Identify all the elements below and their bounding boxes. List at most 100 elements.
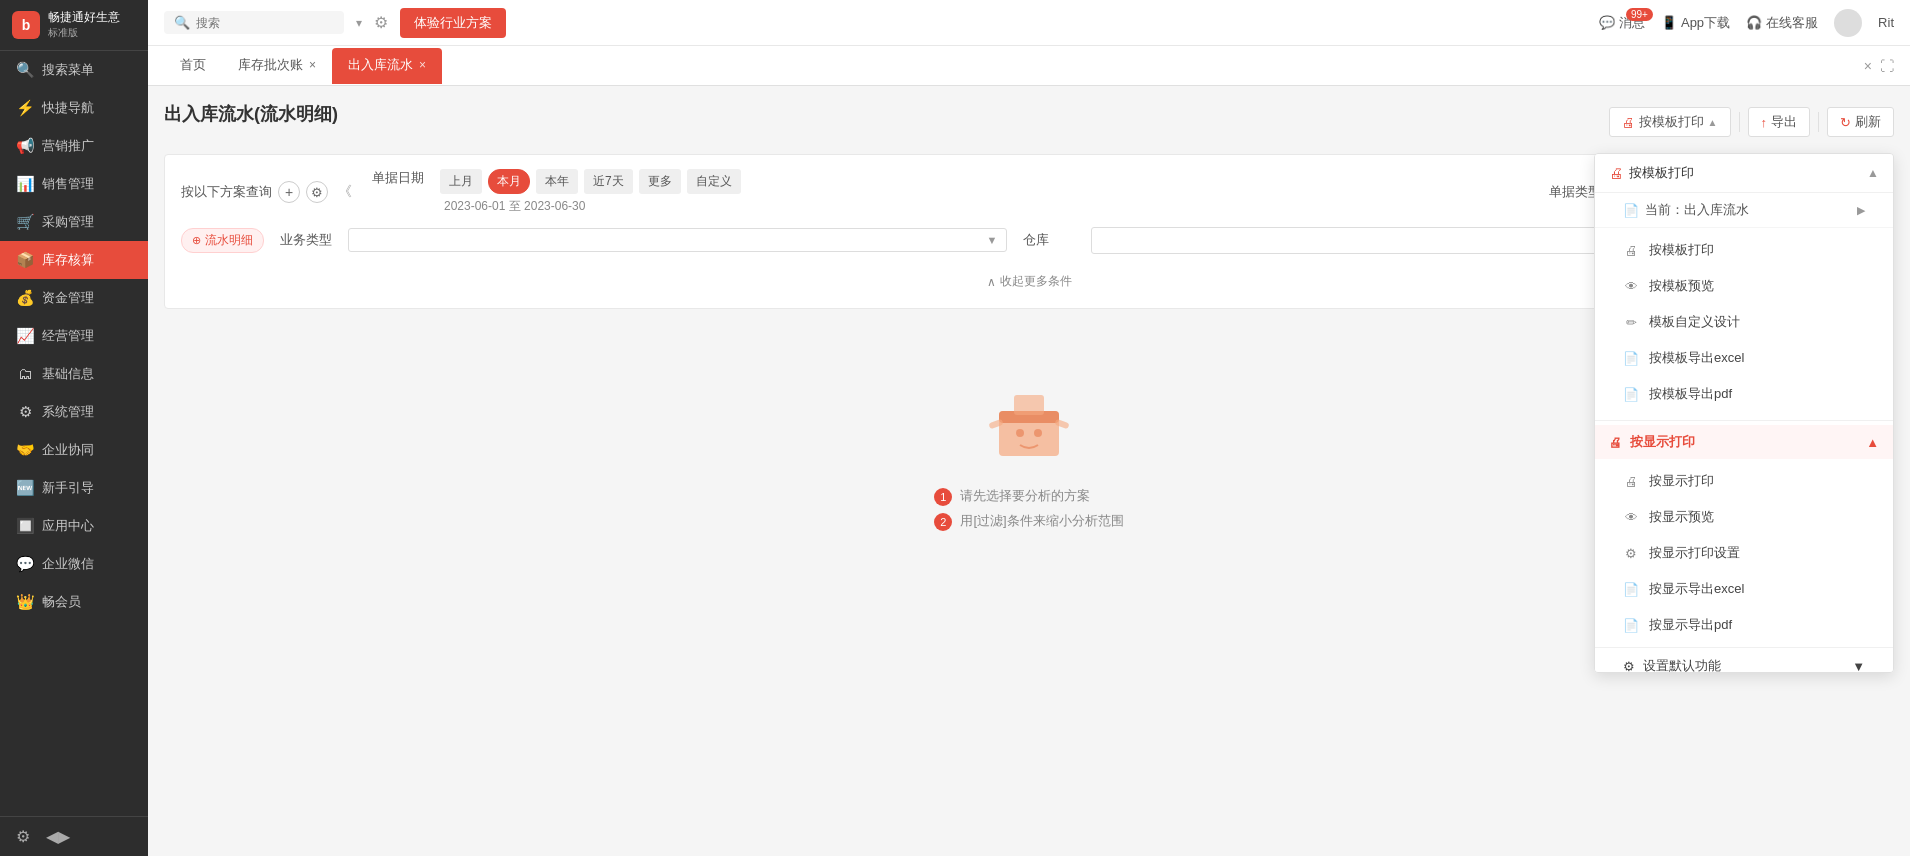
corp-icon: 🤝: [16, 441, 34, 459]
empty-steps-list: 1 请先选择要分析的方案 2 用[过滤]条件来缩小分析范围: [934, 487, 1123, 537]
sidebar-item-corp-wechat[interactable]: 💬 企业微信: [0, 545, 148, 583]
filter-actions: 按以下方案查询 + ⚙ 《: [181, 181, 356, 203]
dropdown-item-display-settings[interactable]: ⚙ 按显示打印设置: [1595, 535, 1893, 571]
print-icon: 🖨: [1622, 115, 1635, 130]
tab-inventory-flow-close[interactable]: ×: [419, 58, 426, 72]
dropdown-current-icon: 📄: [1623, 203, 1639, 218]
dropdown-footer-defaults[interactable]: ⚙ 设置默认功能 ▼: [1595, 647, 1893, 673]
corp-wechat-icon: 💬: [16, 555, 34, 573]
refresh-button[interactable]: ↻ 刷新: [1827, 107, 1894, 137]
messages-button[interactable]: 💬 消息 99+: [1599, 14, 1645, 32]
date-btn-last-month[interactable]: 上月: [440, 169, 482, 194]
tab-inventory-flow[interactable]: 出入库流水 ×: [332, 48, 442, 84]
online-service-button[interactable]: 🎧 在线客服: [1746, 14, 1818, 32]
marketing-icon: 📢: [16, 137, 34, 155]
sidebar-item-operations[interactable]: 📈 经营管理: [0, 317, 148, 355]
template-design-icon: ✏: [1623, 315, 1639, 330]
sidebar-item-sales[interactable]: 📊 销售管理: [0, 165, 148, 203]
biz-type-label: 业务类型: [280, 231, 340, 249]
footer-settings-icon: ⚙: [1623, 659, 1635, 674]
sidebar-item-member[interactable]: 👑 畅会员: [0, 583, 148, 621]
collapse-conditions-button[interactable]: ∧ 收起更多条件: [975, 269, 1084, 294]
dropdown-header[interactable]: 🖨 按模板打印 ▲: [1595, 154, 1893, 193]
sidebar-item-marketing[interactable]: 📢 营销推广: [0, 127, 148, 165]
print-template-button[interactable]: 🖨 按模板打印 ▲: [1609, 107, 1731, 137]
basic-info-icon: 🗂: [16, 365, 34, 382]
header-gear-icon[interactable]: ⚙: [374, 13, 388, 32]
sidebar-item-basic-info[interactable]: 🗂 基础信息: [0, 355, 148, 393]
inventory-icon: 📦: [16, 251, 34, 269]
guide-icon: 🆕: [16, 479, 34, 497]
dropdown-item-template-design[interactable]: ✏ 模板自定义设计: [1595, 304, 1893, 340]
quick-nav-icon: ⚡: [16, 99, 34, 117]
username-label[interactable]: Rit: [1878, 15, 1894, 30]
search-input[interactable]: [196, 16, 316, 30]
app-download-button[interactable]: 📱 App下载: [1661, 14, 1730, 32]
avatar[interactable]: [1834, 9, 1862, 37]
sidebar-item-finance[interactable]: 💰 资金管理: [0, 279, 148, 317]
header-search[interactable]: 🔍: [164, 11, 344, 34]
svg-point-4: [1034, 429, 1042, 437]
dropdown-current-template[interactable]: 📄 当前：出入库流水 ▶: [1595, 193, 1893, 228]
refresh-icon: ↻: [1840, 115, 1851, 130]
operations-icon: 📈: [16, 327, 34, 345]
sidebar-item-purchase[interactable]: 🛒 采购管理: [0, 203, 148, 241]
date-btn-7days[interactable]: 近7天: [584, 169, 633, 194]
date-btn-this-month[interactable]: 本月: [488, 169, 530, 194]
date-label: 单据日期: [372, 169, 432, 187]
app-center-icon: 🔲: [16, 517, 34, 535]
filter-settings-button[interactable]: ⚙: [306, 181, 328, 203]
header-search-chevron[interactable]: ▾: [356, 16, 362, 30]
tab-inventory-batch-close[interactable]: ×: [309, 58, 316, 72]
biz-type-filter: 业务类型 ▼: [280, 228, 1007, 252]
flow-tag: ⊕ 流水明细: [181, 228, 264, 253]
date-btn-more[interactable]: 更多: [639, 169, 681, 194]
dropdown-item-template-print[interactable]: 🖨 按模板打印: [1595, 232, 1893, 268]
template-pdf-icon: 📄: [1623, 387, 1639, 402]
dropdown-item-template-preview[interactable]: 👁 按模板预览: [1595, 268, 1893, 304]
toolbar-divider-1: [1739, 112, 1740, 132]
dropdown-item-display-preview[interactable]: 👁 按显示预览: [1595, 499, 1893, 535]
filter-add-button[interactable]: +: [278, 181, 300, 203]
dropdown-item-display-excel[interactable]: 📄 按显示导出excel: [1595, 571, 1893, 607]
export-button[interactable]: ↑ 导出: [1748, 107, 1811, 137]
expand-window-icon[interactable]: ⛶: [1880, 58, 1894, 74]
template-excel-icon: 📄: [1623, 351, 1639, 366]
dropdown-header-chevron-icon: ▲: [1867, 166, 1879, 180]
dropdown-display-section-header[interactable]: 🖨 按显示打印 ▲: [1595, 425, 1893, 459]
tab-inventory-batch[interactable]: 库存批次账 ×: [222, 48, 332, 84]
sidebar-bottom: ⚙ ◀▶: [0, 816, 148, 856]
tab-home[interactable]: 首页: [164, 48, 222, 84]
trial-button[interactable]: 体验行业方案: [400, 8, 506, 38]
tabs-right-controls: × ⛶: [1864, 58, 1894, 74]
dropdown-item-display-pdf[interactable]: 📄 按显示导出pdf: [1595, 607, 1893, 643]
date-btn-custom[interactable]: 自定义: [687, 169, 741, 194]
main-area: 🔍 ▾ ⚙ 体验行业方案 💬 消息 99+ 📱 App下载 🎧 在线客服 Rit: [148, 0, 1910, 856]
sidebar-item-corp[interactable]: 🤝 企业协同: [0, 431, 148, 469]
date-btn-this-year[interactable]: 本年: [536, 169, 578, 194]
biz-type-select[interactable]: ▼: [348, 228, 1007, 252]
sidebar-item-app-center[interactable]: 🔲 应用中心: [0, 507, 148, 545]
print-template-chevron-up-icon: ▲: [1708, 117, 1718, 128]
dropdown-item-display-print[interactable]: 🖨 按显示打印: [1595, 463, 1893, 499]
content-area: 出入库流水(流水明细) 🖨 按模板打印 ▲ ↑ 导出 ↻ 刷新: [148, 86, 1910, 856]
settings-icon[interactable]: ⚙: [16, 827, 30, 846]
collapse-sidebar-icon[interactable]: ◀▶: [46, 827, 70, 846]
sidebar-item-inventory[interactable]: 📦 库存核算: [0, 241, 148, 279]
close-window-icon[interactable]: ×: [1864, 58, 1872, 74]
sidebar: b 畅捷通好生意 标准版 🔍 搜索菜单 ⚡ 快捷导航 📢 营销推广 📊 销售管理…: [0, 0, 148, 856]
sidebar-item-guide[interactable]: 🆕 新手引导: [0, 469, 148, 507]
dropdown-item-template-pdf[interactable]: 📄 按模板导出pdf: [1595, 376, 1893, 412]
sidebar-item-quick-nav[interactable]: ⚡ 快捷导航: [0, 89, 148, 127]
finance-icon: 💰: [16, 289, 34, 307]
sidebar-nav: 🔍 搜索菜单 ⚡ 快捷导航 📢 营销推广 📊 销售管理 🛒 采购管理 📦 库存核…: [0, 51, 148, 816]
step-2-number: 2: [934, 513, 952, 531]
sidebar-item-search-menu[interactable]: 🔍 搜索菜单: [0, 51, 148, 89]
top-toolbar: 🖨 按模板打印 ▲ ↑ 导出 ↻ 刷新: [1609, 107, 1894, 137]
logo-text: 畅捷通好生意 标准版: [48, 10, 120, 40]
sidebar-item-system[interactable]: ⚙ 系统管理: [0, 393, 148, 431]
dropdown-display-section: 🖨 按显示打印 👁 按显示预览 ⚙ 按显示打印设置 📄: [1595, 459, 1893, 647]
filter-collapse-button[interactable]: 《: [334, 181, 356, 203]
dropdown-item-template-excel[interactable]: 📄 按模板导出excel: [1595, 340, 1893, 376]
display-print-icon: 🖨: [1623, 474, 1639, 489]
